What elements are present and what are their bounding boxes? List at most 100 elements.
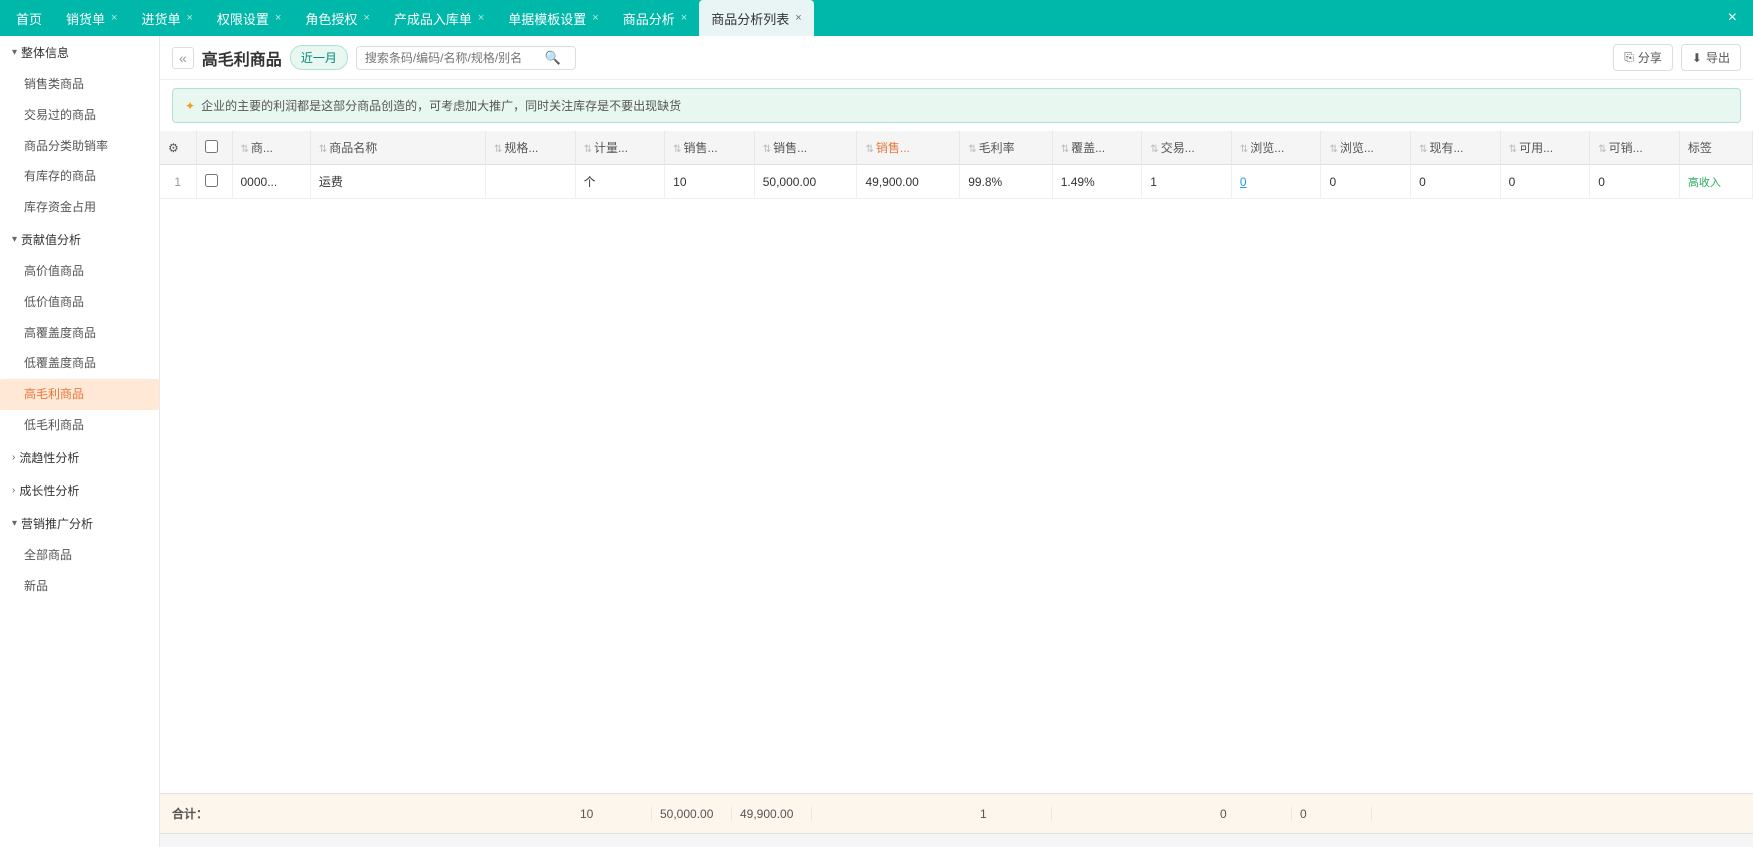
footer-label: 合计：: [172, 805, 252, 822]
banner-text: 企业的主要的利润都是这部分商品创造的，可考虑加大推广，同时关注库存是不要出现缺货: [201, 97, 681, 114]
sidebar-item-new-products[interactable]: 新品: [0, 571, 159, 602]
row-browse2: 0: [1321, 165, 1411, 199]
sidebar-item-high-coverage[interactable]: 高覆盖度商品: [0, 318, 159, 349]
select-all-checkbox[interactable]: [205, 140, 218, 153]
search-icon[interactable]: 🔍: [545, 50, 561, 66]
nav-permission-settings[interactable]: 权限设置 ×: [205, 0, 293, 36]
export-icon: ⬇: [1692, 51, 1702, 65]
nav-product-analysis-list[interactable]: 商品分析列表 ×: [699, 0, 813, 36]
sidebar-item-in-stock[interactable]: 有库存的商品: [0, 161, 159, 192]
sidebar-item-all-products[interactable]: 全部商品: [0, 540, 159, 571]
search-box[interactable]: 🔍: [356, 46, 576, 70]
nav-home[interactable]: 首页: [4, 0, 54, 36]
close-purchase-order[interactable]: ×: [186, 12, 192, 24]
sidebar-item-high-value[interactable]: 高价值商品: [0, 256, 159, 287]
sidebar-section-overall[interactable]: ▾ 整体信息: [0, 36, 159, 69]
sidebar-item-low-margin[interactable]: 低毛利商品: [0, 410, 159, 441]
footer-cells: 10 50,000.00 49,900.00 1 0 0: [252, 807, 1372, 821]
nav-product-analysis[interactable]: 商品分析 ×: [611, 0, 699, 36]
col-sales-amount[interactable]: ⇅销售...: [754, 131, 857, 165]
col-settings[interactable]: ⚙: [160, 131, 196, 165]
content-area: « 高毛利商品 近一月 🔍 ⎘ 分享 ⬇ 导出 ✦ 企业的主要的利润都是这部分商…: [160, 36, 1753, 847]
row-number: 1: [160, 165, 196, 199]
page-title: 高毛利商品: [202, 46, 282, 70]
row-gross-margin: 99.8%: [960, 165, 1053, 199]
table-row: 1 0000... 运费 个 10 50,000.00 49,900.00 99…: [160, 165, 1753, 199]
col-tag: 标签: [1679, 131, 1752, 165]
sidebar-item-inventory-capital[interactable]: 库存资金占用: [0, 192, 159, 223]
nav-role-auth[interactable]: 角色授权 ×: [293, 0, 381, 36]
col-available[interactable]: ⇅可用...: [1500, 131, 1590, 165]
nav-finished-goods[interactable]: 产成品入库单 ×: [382, 0, 496, 36]
row-tag: 高收入: [1679, 165, 1752, 199]
row-unit: 个: [575, 165, 665, 199]
col-checkbox[interactable]: [196, 131, 232, 165]
footer-transaction: 1: [972, 807, 1052, 821]
share-button[interactable]: ⎘ 分享: [1613, 44, 1673, 71]
footer-sales-amount: 50,000.00: [652, 807, 732, 821]
row-name: 运费: [310, 165, 485, 199]
settings-icon[interactable]: ⚙: [168, 141, 179, 155]
col-browse2[interactable]: ⇅浏览...: [1321, 131, 1411, 165]
row-checkbox[interactable]: [205, 174, 218, 187]
nav-doc-template[interactable]: 单据模板设置 ×: [496, 0, 610, 36]
data-table: ⚙ ⇅商... ⇅商品名称 ⇅规格... ⇅计量... ⇅销售... ⇅销售..…: [160, 131, 1753, 199]
share-icon: ⎘: [1624, 50, 1634, 65]
col-browse1[interactable]: ⇅浏览...: [1231, 131, 1321, 165]
footer-sales-profit: 49,900.00: [732, 807, 812, 821]
close-role-auth[interactable]: ×: [363, 12, 369, 24]
row-current-stock: 0: [1411, 165, 1501, 199]
sidebar-item-low-coverage[interactable]: 低覆盖度商品: [0, 348, 159, 379]
table-header-row: ⚙ ⇅商... ⇅商品名称 ⇅规格... ⇅计量... ⇅销售... ⇅销售..…: [160, 131, 1753, 165]
row-browse1[interactable]: 0: [1231, 165, 1321, 199]
col-sellable[interactable]: ⇅可销...: [1590, 131, 1680, 165]
col-transaction[interactable]: ⇅交易...: [1142, 131, 1232, 165]
sidebar-item-low-value[interactable]: 低价值商品: [0, 287, 159, 318]
export-button[interactable]: ⬇ 导出: [1681, 44, 1741, 71]
row-sellable: 0: [1590, 165, 1680, 199]
horizontal-scrollbar[interactable]: [160, 833, 1753, 847]
sidebar-item-high-margin[interactable]: 高毛利商品: [0, 379, 159, 410]
sidebar-item-traded-goods[interactable]: 交易过的商品: [0, 100, 159, 131]
col-coverage[interactable]: ⇅覆盖...: [1052, 131, 1142, 165]
close-sales-order[interactable]: ×: [111, 12, 117, 24]
col-sales-qty[interactable]: ⇅销售...: [665, 131, 755, 165]
arrow-icon: ▾: [12, 47, 17, 58]
col-unit[interactable]: ⇅计量...: [575, 131, 665, 165]
table-container[interactable]: ⚙ ⇅商... ⇅商品名称 ⇅规格... ⇅计量... ⇅销售... ⇅销售..…: [160, 131, 1753, 793]
row-sales-qty: 10: [665, 165, 755, 199]
close-doc-template[interactable]: ×: [592, 12, 598, 24]
col-gross-margin[interactable]: ⇅毛利率: [960, 131, 1053, 165]
close-permission-settings[interactable]: ×: [275, 12, 281, 24]
sidebar-section-trend[interactable]: › 流趋性分析: [0, 441, 159, 474]
col-sales-profit[interactable]: ⇅销售...: [857, 131, 960, 165]
sidebar-section-growth[interactable]: › 成长性分析: [0, 474, 159, 507]
row-checkbox-cell[interactable]: [196, 165, 232, 199]
nav-sales-order[interactable]: 销货单 ×: [54, 0, 129, 36]
sidebar-collapse-button[interactable]: «: [172, 47, 194, 69]
window-close-button[interactable]: ×: [1716, 9, 1749, 27]
col-name[interactable]: ⇅商品名称: [310, 131, 485, 165]
col-current-stock[interactable]: ⇅现有...: [1411, 131, 1501, 165]
filter-recent-month-button[interactable]: 近一月: [290, 45, 348, 70]
nav-purchase-order[interactable]: 进货单 ×: [129, 0, 204, 36]
close-finished-goods[interactable]: ×: [478, 12, 484, 24]
sidebar: ▾ 整体信息 销售类商品 交易过的商品 商品分类助销率 有库存的商品 库存资金占…: [0, 36, 160, 847]
arrow-icon-marketing: ▾: [12, 518, 17, 529]
row-available: 0: [1500, 165, 1590, 199]
col-spec[interactable]: ⇅规格...: [485, 131, 575, 165]
sidebar-item-sales-goods[interactable]: 销售类商品: [0, 69, 159, 100]
row-coverage: 1.49%: [1052, 165, 1142, 199]
info-banner: ✦ 企业的主要的利润都是这部分商品创造的，可考虑加大推广，同时关注库存是不要出现…: [172, 88, 1741, 123]
sidebar-section-contribution[interactable]: ▾ 贡献值分析: [0, 223, 159, 256]
col-code[interactable]: ⇅商...: [232, 131, 310, 165]
footer-available: 0: [1292, 807, 1372, 821]
arrow-icon-growth: ›: [12, 485, 15, 496]
sidebar-section-marketing[interactable]: ▾ 营销推广分析: [0, 507, 159, 540]
row-sales-profit: 49,900.00: [857, 165, 960, 199]
close-product-analysis[interactable]: ×: [681, 12, 687, 24]
search-input[interactable]: [365, 51, 545, 65]
top-navigation: 首页 销货单 × 进货单 × 权限设置 × 角色授权 × 产成品入库单 × 单据…: [0, 0, 1753, 36]
sidebar-item-category-rate[interactable]: 商品分类助销率: [0, 131, 159, 162]
close-product-analysis-list[interactable]: ×: [795, 12, 801, 24]
